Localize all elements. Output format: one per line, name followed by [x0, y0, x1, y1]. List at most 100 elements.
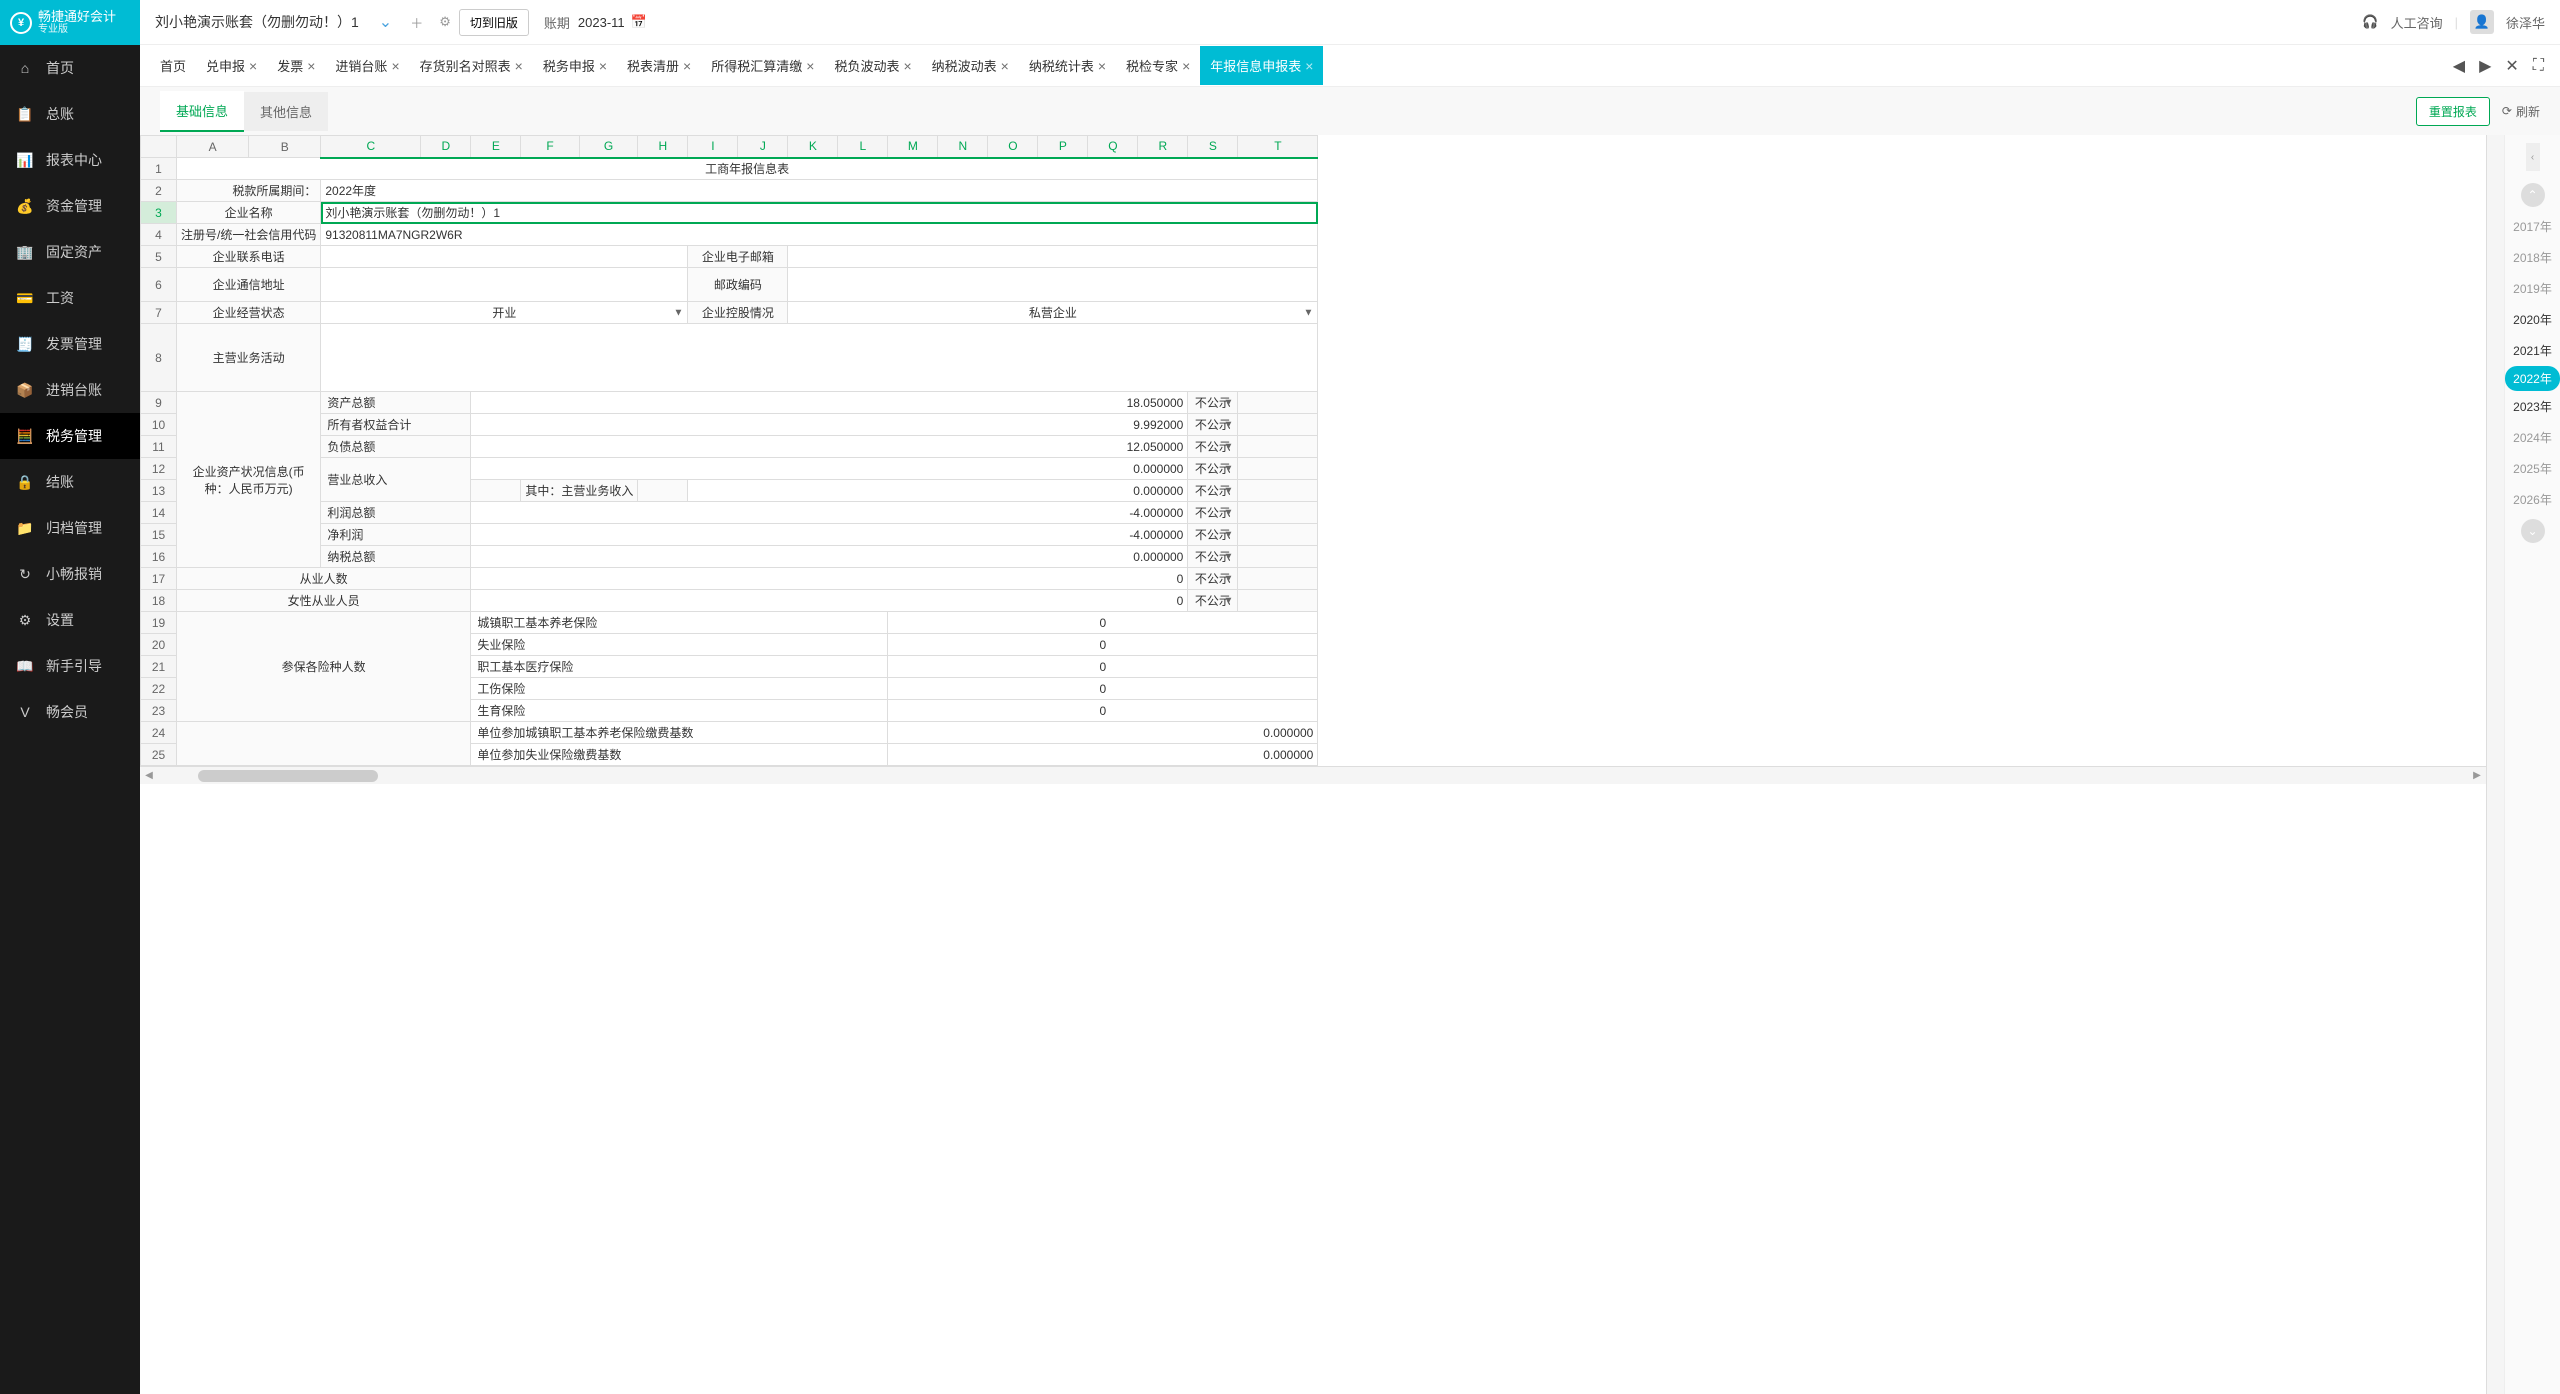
nav-item-1[interactable]: 📋总账: [0, 91, 140, 137]
row-header-14[interactable]: 14: [141, 502, 177, 524]
col-header-J[interactable]: J: [738, 136, 788, 158]
dropdown-cell[interactable]: 不公示▼: [1188, 436, 1238, 458]
nav-item-5[interactable]: 💳工资: [0, 275, 140, 321]
row-14-value[interactable]: -4.000000: [471, 502, 1188, 524]
col-header-P[interactable]: P: [1038, 136, 1088, 158]
nav-item-7[interactable]: 📦进销台账: [0, 367, 140, 413]
account-dropdown-icon[interactable]: ⌄: [379, 12, 392, 32]
nav-item-6[interactable]: 🧾发票管理: [0, 321, 140, 367]
tab-close-all-icon[interactable]: ✕: [2499, 52, 2524, 80]
row-header-24[interactable]: 24: [141, 722, 177, 744]
dropdown-cell[interactable]: 不公示▼: [1188, 458, 1238, 480]
col-header-C[interactable]: C: [321, 136, 421, 158]
add-icon[interactable]: ＋: [410, 13, 423, 32]
consult-link[interactable]: 人工咨询: [2391, 13, 2443, 32]
nav-item-0[interactable]: ⌂首页: [0, 45, 140, 91]
refresh-button[interactable]: ⟳ 刷新: [2502, 103, 2540, 120]
ins-23-value[interactable]: 0: [888, 700, 1318, 722]
row-15-value[interactable]: -4.000000: [471, 524, 1188, 546]
tab-10[interactable]: 纳税统计表×: [1019, 46, 1116, 85]
col-header-F[interactable]: F: [521, 136, 580, 158]
tab-close-icon[interactable]: ×: [307, 58, 315, 74]
col-header-G[interactable]: G: [579, 136, 638, 158]
email-value[interactable]: [788, 246, 1318, 268]
col-header-B[interactable]: B: [249, 136, 321, 158]
row-header-12[interactable]: 12: [141, 458, 177, 480]
year-2018年[interactable]: 2018年: [2505, 242, 2560, 273]
tab-2[interactable]: 发票×: [267, 46, 325, 85]
account-name[interactable]: 刘小艳演示账套（勿删勿动！）1: [155, 12, 359, 32]
row-header-19[interactable]: 19: [141, 612, 177, 634]
tab-close-icon[interactable]: ×: [1098, 58, 1106, 74]
tab-11[interactable]: 税检专家×: [1116, 46, 1200, 85]
female-value[interactable]: 0: [471, 590, 1188, 612]
row-header-15[interactable]: 15: [141, 524, 177, 546]
reset-button[interactable]: 重置报表: [2416, 97, 2490, 126]
tab-close-icon[interactable]: ×: [391, 58, 399, 74]
row-header-17[interactable]: 17: [141, 568, 177, 590]
reg-code-value[interactable]: 91320811MA7NGR2W6R: [321, 224, 1318, 246]
row-header-13[interactable]: 13: [141, 480, 177, 502]
row-24-value[interactable]: 0.000000: [888, 722, 1318, 744]
row-11-value[interactable]: 12.050000: [471, 436, 1188, 458]
row-13-value[interactable]: 0.000000: [688, 480, 1188, 502]
dropdown-cell[interactable]: 不公示▼: [1188, 590, 1238, 612]
zip-value[interactable]: [788, 268, 1318, 302]
col-header-A[interactable]: A: [177, 136, 249, 158]
tab-1[interactable]: 兑申报×: [196, 46, 267, 85]
row-10-value[interactable]: 9.992000: [471, 414, 1188, 436]
row-16-value[interactable]: 0.000000: [471, 546, 1188, 568]
row-9-value[interactable]: 18.050000: [471, 392, 1188, 414]
vertical-scrollbar[interactable]: [2486, 135, 2504, 1394]
tab-close-icon[interactable]: ×: [903, 58, 911, 74]
tab-0[interactable]: 首页: [150, 46, 196, 85]
row-header-18[interactable]: 18: [141, 590, 177, 612]
row-header-7[interactable]: 7: [141, 302, 177, 324]
col-header-T[interactable]: T: [1238, 136, 1318, 158]
nav-item-14[interactable]: V畅会员: [0, 689, 140, 735]
tab-next-icon[interactable]: ▶: [2473, 52, 2497, 80]
tab-12[interactable]: 年报信息申报表×: [1200, 46, 1323, 85]
tab-close-icon[interactable]: ×: [806, 58, 814, 74]
switch-old-button[interactable]: 切到旧版: [459, 9, 529, 36]
tab-close-icon[interactable]: ×: [1001, 58, 1009, 74]
tab-9[interactable]: 纳税波动表×: [922, 46, 1019, 85]
row-header-1[interactable]: 1: [141, 158, 177, 180]
col-header-M[interactable]: M: [888, 136, 938, 158]
col-header-K[interactable]: K: [788, 136, 838, 158]
tab-close-icon[interactable]: ×: [515, 58, 523, 74]
tab-close-icon[interactable]: ×: [1182, 58, 1190, 74]
dropdown-cell[interactable]: 不公示▼: [1188, 414, 1238, 436]
holding-value[interactable]: 私营企业▼: [788, 302, 1318, 324]
year-2023年[interactable]: 2023年: [2505, 391, 2560, 422]
row-header-25[interactable]: 25: [141, 744, 177, 766]
ins-20-value[interactable]: 0: [888, 634, 1318, 656]
row-header-8[interactable]: 8: [141, 324, 177, 392]
nav-item-12[interactable]: ⚙设置: [0, 597, 140, 643]
row-header-10[interactable]: 10: [141, 414, 177, 436]
col-header-H[interactable]: H: [638, 136, 688, 158]
tab-7[interactable]: 所得税汇算清缴×: [701, 46, 824, 85]
year-2019年[interactable]: 2019年: [2505, 273, 2560, 304]
settings-icon[interactable]: ⚙: [439, 14, 451, 30]
col-header-Q[interactable]: Q: [1088, 136, 1138, 158]
subtab-other[interactable]: 其他信息: [244, 92, 328, 131]
nav-item-9[interactable]: 🔒结账: [0, 459, 140, 505]
company-name-value[interactable]: 刘小艳演示账套（勿删勿动！）1: [321, 202, 1318, 224]
row-header-11[interactable]: 11: [141, 436, 177, 458]
year-2022年[interactable]: 2022年: [2505, 366, 2560, 391]
dropdown-cell[interactable]: 不公示▼: [1188, 524, 1238, 546]
col-header-E[interactable]: E: [471, 136, 521, 158]
ins-21-value[interactable]: 0: [888, 656, 1318, 678]
tab-close-icon[interactable]: ×: [683, 58, 691, 74]
tab-5[interactable]: 税务申报×: [533, 46, 617, 85]
subtab-basic[interactable]: 基础信息: [160, 91, 244, 132]
col-header-S[interactable]: S: [1188, 136, 1238, 158]
employee-value[interactable]: 0: [471, 568, 1188, 590]
year-2017年[interactable]: 2017年: [2505, 211, 2560, 242]
calendar-icon[interactable]: 📅: [631, 14, 647, 30]
year-up-icon[interactable]: ⌃: [2521, 183, 2545, 207]
year-2026年[interactable]: 2026年: [2505, 484, 2560, 515]
row-header-23[interactable]: 23: [141, 700, 177, 722]
nav-item-11[interactable]: ↻小畅报销: [0, 551, 140, 597]
